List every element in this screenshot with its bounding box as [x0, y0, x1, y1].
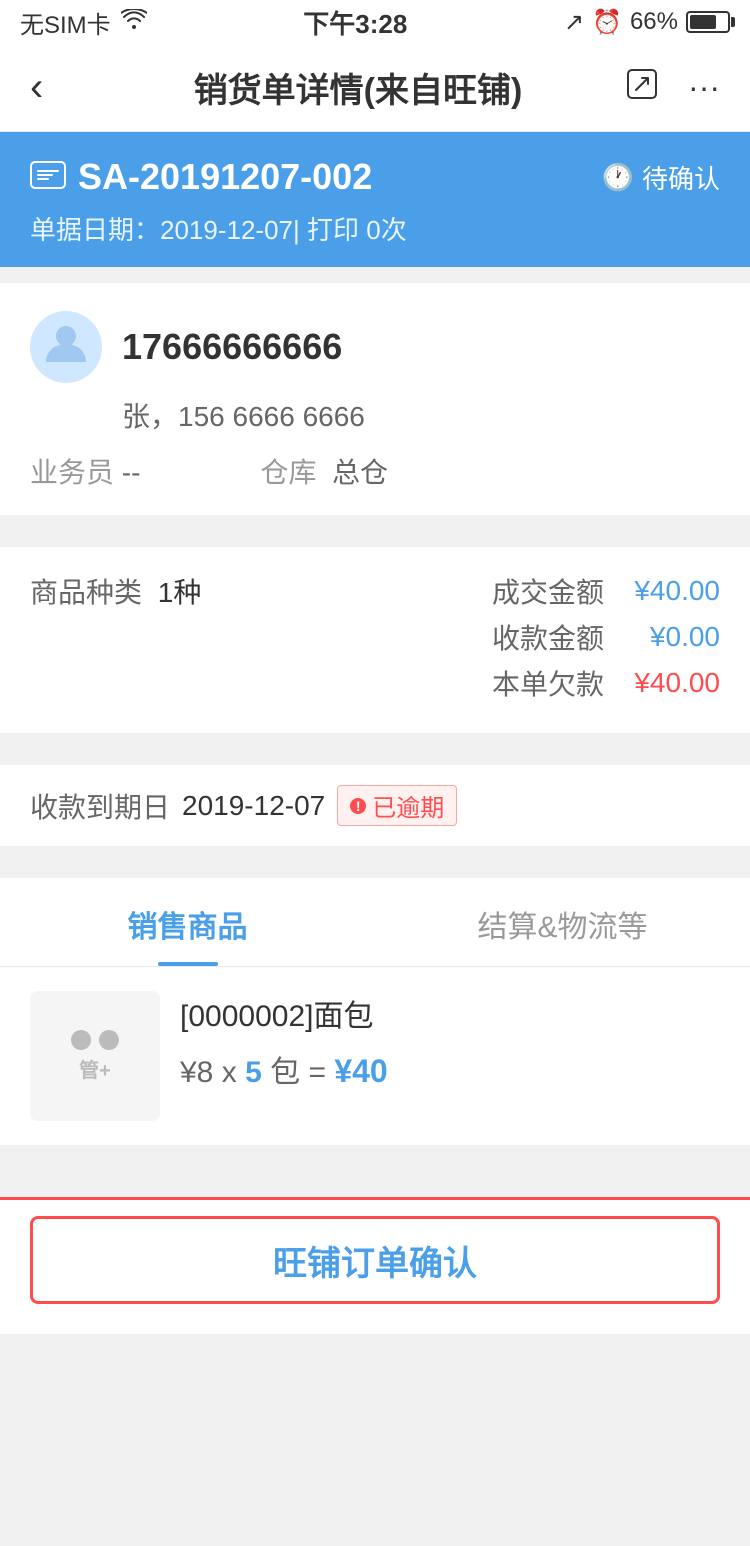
- status-time: 下午3:28: [303, 4, 407, 41]
- more-icon[interactable]: ···: [688, 69, 720, 106]
- amounts-right: 成交金额 ¥40.00 收款金额 ¥0.00 本单欠款 ¥40.00: [492, 571, 720, 709]
- amounts-section: 商品种类 1种 成交金额 ¥40.00 收款金额 ¥0.00 本单欠款 ¥40.…: [0, 547, 750, 733]
- battery-percent: 66%: [630, 8, 678, 36]
- divider-1: [0, 267, 750, 283]
- divider-3: [0, 733, 750, 749]
- product-price-row: ¥8 x 5 包 = ¥40: [180, 1047, 720, 1091]
- deal-amount-row: 成交金额 ¥40.00: [492, 571, 720, 611]
- tab-settlement[interactable]: 结算&物流等: [375, 878, 750, 966]
- goods-type-label: 商品种类: [30, 577, 142, 608]
- deal-amount-value: ¥40.00: [620, 575, 720, 607]
- battery-icon: [686, 11, 730, 33]
- nav-bar: ‹ 销货单详情(来自旺铺) ···: [0, 44, 750, 132]
- status-clock-icon: 🕐: [602, 162, 634, 193]
- share-icon[interactable]: [626, 68, 658, 108]
- warehouse-meta: 仓库 总仓: [260, 451, 388, 491]
- bottom-bar: 旺铺订单确认: [0, 1197, 750, 1334]
- order-status: 🕐 待确认: [602, 159, 720, 196]
- due-amount-row: 本单欠款 ¥40.00: [492, 663, 720, 703]
- confirm-order-button[interactable]: 旺铺订单确认: [30, 1216, 720, 1304]
- alarm-icon: ⏰: [592, 8, 622, 37]
- product-info: [0000002]面包 ¥8 x 5 包 = ¥40: [180, 991, 720, 1091]
- due-date-value: 2019-12-07: [182, 790, 325, 822]
- thumb-brand-text: 管+: [79, 1054, 111, 1083]
- product-total: ¥40: [334, 1053, 387, 1089]
- receipt-amount-value: ¥0.00: [620, 621, 720, 653]
- location-icon: ↗: [564, 8, 584, 37]
- product-qty: 5: [245, 1056, 262, 1089]
- wifi-icon: [121, 8, 147, 36]
- order-number-row: SA-20191207-002: [30, 156, 372, 198]
- due-amount-value: ¥40.00: [620, 667, 720, 699]
- order-number-text: SA-20191207-002: [78, 156, 372, 198]
- order-header: SA-20191207-002 🕐 待确认 单据日期：2019-12-07| 打…: [0, 132, 750, 267]
- product-thumbnail: 管+: [30, 991, 160, 1121]
- receipt-amount-row: 收款金额 ¥0.00: [492, 617, 720, 657]
- status-bar: 无SIM卡 下午3:28 ↗ ⏰ 66%: [0, 0, 750, 44]
- carrier-label: 无SIM卡: [20, 5, 111, 40]
- customer-phone: 17666666666: [122, 326, 342, 368]
- customer-name: 张，156 6666 6666: [122, 395, 720, 435]
- goods-type-value: 1种: [158, 577, 202, 608]
- tabs-section: 销售商品 结算&物流等: [0, 878, 750, 967]
- thumb-eye-left: [71, 1030, 91, 1050]
- customer-avatar: [30, 311, 102, 383]
- product-item: 管+ [0000002]面包 ¥8 x 5 包 = ¥40: [0, 967, 750, 1146]
- status-text: 待确认: [642, 159, 720, 196]
- order-date-row: 单据日期：2019-12-07| 打印 0次: [30, 210, 720, 247]
- customer-meta: 业务员 -- 仓库 总仓: [30, 451, 720, 491]
- status-right: ↗ ⏰ 66%: [564, 8, 730, 37]
- avatar-icon: [42, 318, 90, 376]
- divider-2: [0, 531, 750, 547]
- tab-products[interactable]: 销售商品: [0, 878, 375, 966]
- thumb-eye-right: [99, 1030, 119, 1050]
- status-left: 无SIM卡: [20, 5, 147, 40]
- overdue-badge: ! 已逾期: [337, 785, 457, 826]
- bottom-spacer: [0, 1406, 750, 1546]
- product-name: [0000002]面包: [180, 991, 720, 1035]
- customer-card: 17666666666 张，156 6666 6666 业务员 -- 仓库 总仓: [0, 283, 750, 515]
- goods-type-area: 商品种类 1种: [30, 571, 201, 611]
- divider-4: [0, 862, 750, 878]
- product-section: 管+ [0000002]面包 ¥8 x 5 包 = ¥40: [0, 967, 750, 1146]
- order-icon: [30, 156, 66, 198]
- overdue-text: 已逾期: [372, 788, 444, 823]
- overdue-dot-icon: !: [350, 798, 366, 814]
- sales-meta: 业务员 --: [30, 451, 140, 491]
- back-button[interactable]: ‹: [30, 65, 90, 110]
- page-title: 销货单详情(来自旺铺): [194, 63, 523, 112]
- nav-actions: ···: [626, 68, 720, 108]
- due-date-section: 收款到期日 2019-12-07 ! 已逾期: [0, 765, 750, 846]
- due-date-label: 收款到期日: [30, 786, 170, 826]
